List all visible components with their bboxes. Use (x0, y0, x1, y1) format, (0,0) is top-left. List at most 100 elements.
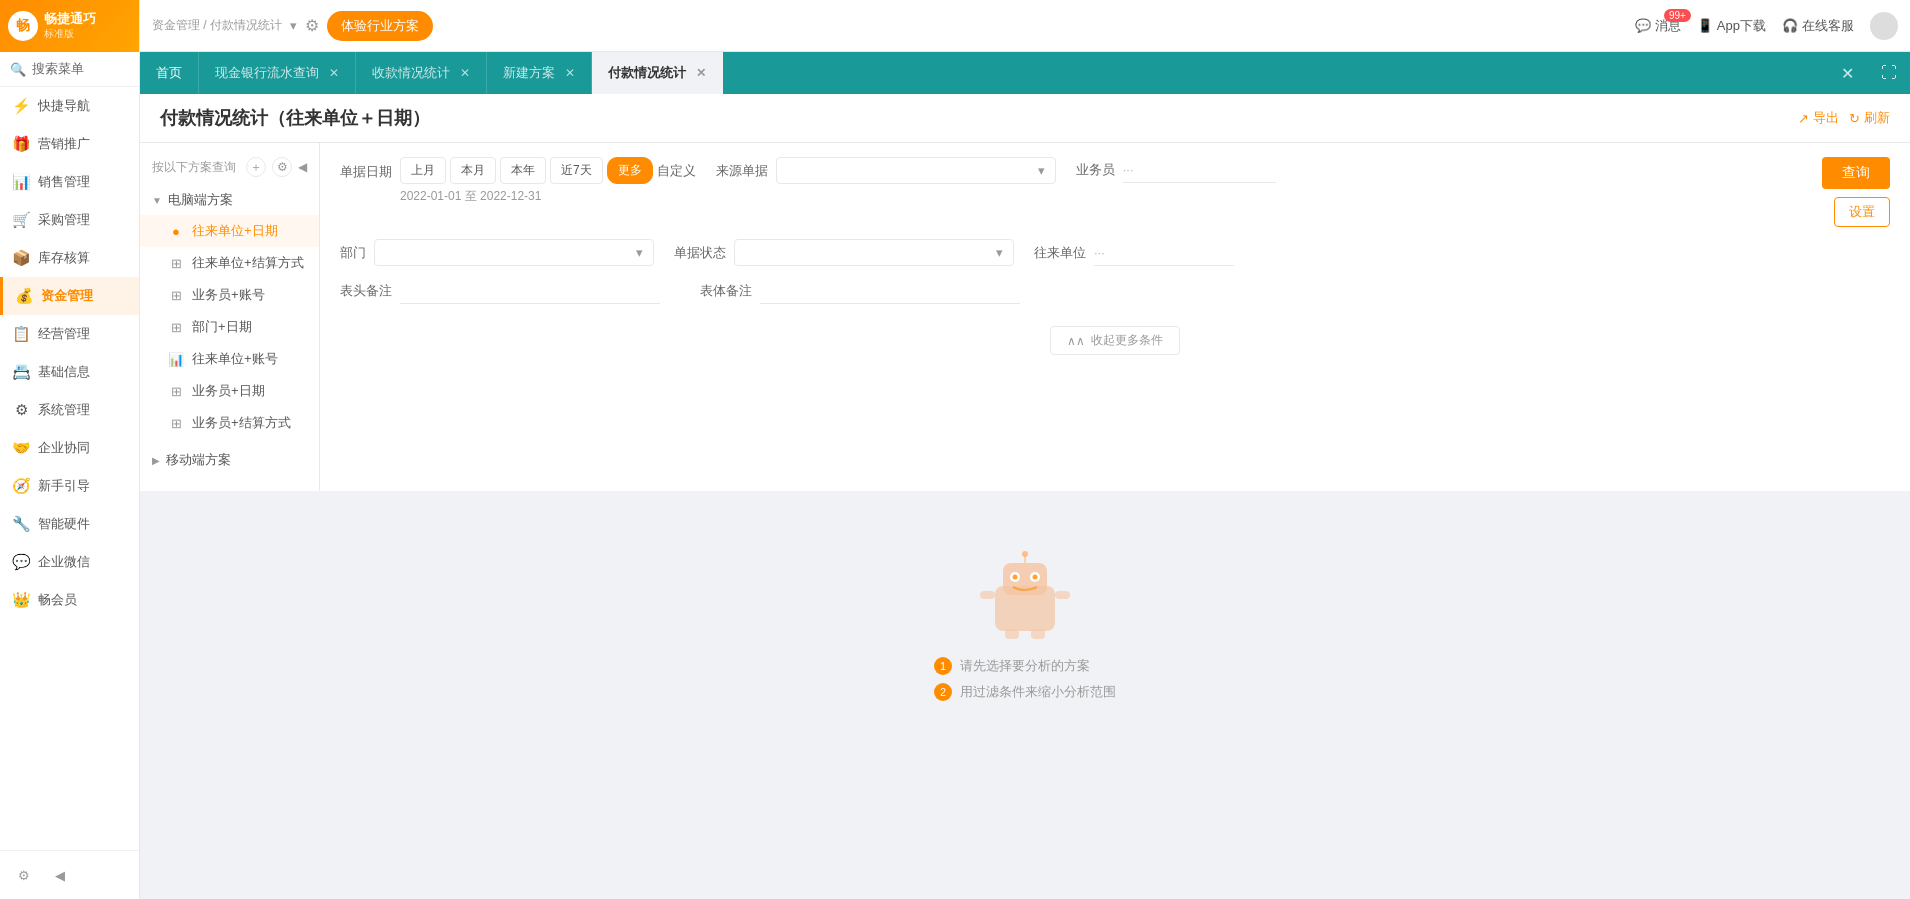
source-voucher-label: 来源单据 (716, 162, 768, 180)
app-download-item[interactable]: 📱 App下载 (1697, 17, 1766, 35)
topbar-left: 资金管理 / 付款情况统计 ▾ ⚙ 体验行业方案 (152, 11, 433, 41)
sidebar-item-basic-info[interactable]: 📇 基础信息 (0, 353, 139, 391)
table-body-note-input[interactable] (760, 278, 1020, 304)
avatar[interactable] (1870, 12, 1898, 40)
voucher-status-arrow-icon: ▾ (996, 245, 1003, 260)
sidebar-item-quick-nav[interactable]: ⚡ 快捷导航 (0, 87, 139, 125)
salesperson-input[interactable]: ··· (1123, 157, 1276, 183)
online-service-item[interactable]: 🎧 在线客服 (1782, 17, 1854, 35)
empty-state-inner: 1 请先选择要分析的方案 2 用过滤条件来缩小分析范围 (934, 551, 1116, 709)
breadcrumb-dropdown-icon[interactable]: ▾ (290, 18, 297, 33)
refresh-button[interactable]: ↻ 刷新 (1849, 109, 1890, 127)
pc-scheme-group-header[interactable]: ▼ 电脑端方案 (140, 185, 319, 215)
topbar: 资金管理 / 付款情况统计 ▾ ⚙ 体验行业方案 💬 消息 99+ 📱 App下… (140, 0, 1910, 52)
sidebar-item-purchase[interactable]: 🛒 采购管理 (0, 201, 139, 239)
filter-fields: 单据日期 上月 本月 本年 近7天 更多 自定义 20 (320, 143, 1910, 491)
scheme-item-salesperson-date[interactable]: ⊞ 业务员+日期 (140, 375, 319, 407)
setting-button[interactable]: 设置 (1834, 197, 1890, 227)
date-btn-last-7-days[interactable]: 近7天 (550, 157, 603, 184)
tab-home[interactable]: 首页 (140, 52, 199, 94)
scheme-settings-btn[interactable]: ⚙ (272, 157, 292, 177)
scheme-item-salesperson-account[interactable]: ⊞ 业务员+账号 (140, 279, 319, 311)
query-button[interactable]: 查询 (1822, 157, 1890, 189)
tab-close-all-btn[interactable]: ✕ (1826, 52, 1868, 94)
sidebar-collapse-btn[interactable]: ◀ (46, 861, 74, 889)
basic-info-icon: 📇 (12, 363, 30, 381)
messages-item[interactable]: 💬 消息 99+ (1635, 17, 1681, 35)
sidebar-item-member[interactable]: 👑 畅会员 (0, 581, 139, 619)
sidebar-item-guide[interactable]: 🧭 新手引导 (0, 467, 139, 505)
source-voucher-select[interactable]: ▾ (776, 157, 1056, 184)
voucher-status-select[interactable]: ▾ (734, 239, 1014, 266)
scheme-item-counterpart-settlement[interactable]: ⊞ 往来单位+结算方式 (140, 247, 319, 279)
sidebar-label-inventory: 库存核算 (38, 249, 90, 267)
scheme-panel-header: 按以下方案查询 ＋ ⚙ ◀ (140, 153, 319, 185)
wechat-icon: 💬 (12, 553, 30, 571)
sidebar-item-wechat[interactable]: 💬 企业微信 (0, 543, 139, 581)
sidebar-search[interactable]: 🔍 搜索菜单 (0, 52, 139, 87)
bank-flow-tab-close[interactable]: ✕ (329, 66, 339, 80)
dept-select[interactable]: ▾ (374, 239, 654, 266)
refresh-icon: ↻ (1849, 111, 1860, 126)
operations-icon: 📋 (12, 325, 30, 343)
sidebar-label-wechat: 企业微信 (38, 553, 90, 571)
sidebar-label-purchase: 采购管理 (38, 211, 90, 229)
sidebar-item-hardware[interactable]: 🔧 智能硬件 (0, 505, 139, 543)
sidebar-item-operations[interactable]: 📋 经营管理 (0, 315, 139, 353)
breadcrumb: 资金管理 / 付款情况统计 (152, 17, 282, 34)
tab-payment-stats[interactable]: 付款情况统计 ✕ (592, 52, 723, 94)
date-btn-this-month[interactable]: 本月 (450, 157, 496, 184)
hardware-icon: 🔧 (12, 515, 30, 533)
dept-group: 部门 ▾ (340, 239, 654, 266)
sidebar-label-hardware: 智能硬件 (38, 515, 90, 533)
voucher-status-label: 单据状态 (674, 244, 726, 262)
date-btn-last-month[interactable]: 上月 (400, 157, 446, 184)
new-scheme-tab-label: 新建方案 (503, 64, 555, 82)
phone-icon: 📱 (1697, 18, 1713, 33)
table-header-note-input[interactable] (400, 278, 660, 304)
topbar-settings-icon[interactable]: ⚙ (305, 16, 319, 35)
counterpart-settlement-icon: ⊞ (168, 256, 184, 271)
tab-bank-flow[interactable]: 现金银行流水查询 ✕ (199, 52, 356, 94)
sidebar-item-system[interactable]: ⚙ 系统管理 (0, 391, 139, 429)
sidebar-item-inventory[interactable]: 📦 库存核算 (0, 239, 139, 277)
tab-new-scheme[interactable]: 新建方案 ✕ (487, 52, 592, 94)
scheme-item-label-salesperson-date: 业务员+日期 (192, 382, 265, 400)
scheme-item-counterpart-account[interactable]: 📊 往来单位+账号 (140, 343, 319, 375)
trial-industry-button[interactable]: 体验行业方案 (327, 11, 433, 41)
date-buttons-row: 上月 本月 本年 近7天 更多 自定义 (400, 157, 696, 184)
scheme-item-dept-date[interactable]: ⊞ 部门+日期 (140, 311, 319, 343)
collapse-more-button[interactable]: ∧∧ 收起更多条件 (1050, 326, 1180, 355)
date-btn-more[interactable]: 更多 (607, 157, 653, 184)
mobile-group-label: 移动端方案 (166, 451, 231, 469)
scheme-item-counterpart-date[interactable]: ● 往来单位+日期 (140, 215, 319, 247)
payment-stats-tab-close[interactable]: ✕ (696, 66, 706, 80)
purchase-icon: 🛒 (12, 211, 30, 229)
quick-nav-icon: ⚡ (12, 97, 30, 115)
sidebar-item-marketing[interactable]: 🎁 营销推广 (0, 125, 139, 163)
sidebar-settings-btn[interactable]: ⚙ (10, 861, 38, 889)
scheme-add-btn[interactable]: ＋ (246, 157, 266, 177)
member-icon: 👑 (12, 591, 30, 609)
filter-row-2: 部门 ▾ 单据状态 ▾ (340, 239, 1890, 266)
empty-state-illustration (975, 551, 1075, 641)
new-scheme-tab-close[interactable]: ✕ (565, 66, 575, 80)
export-label: 导出 (1813, 109, 1839, 127)
scheme-collapse-icon[interactable]: ◀ (298, 160, 307, 174)
scheme-item-salesperson-settlement[interactable]: ⊞ 业务员+结算方式 (140, 407, 319, 439)
payment-stats-tab-label: 付款情况统计 (608, 64, 686, 82)
counterpart-input[interactable]: ··· (1094, 240, 1234, 266)
tab-receipt-stats[interactable]: 收款情况统计 ✕ (356, 52, 487, 94)
scheme-item-label-counterpart-settlement: 往来单位+结算方式 (192, 254, 304, 272)
date-btn-this-year[interactable]: 本年 (500, 157, 546, 184)
tab-maximize-btn[interactable]: ⛶ (1868, 52, 1910, 94)
tip-num-1: 1 (934, 657, 952, 675)
sidebar-item-finance[interactable]: 💰 资金管理 (0, 277, 139, 315)
sidebar-item-collab[interactable]: 🤝 企业协同 (0, 429, 139, 467)
robot-svg (975, 551, 1075, 641)
sidebar-item-sales[interactable]: 📊 销售管理 (0, 163, 139, 201)
mobile-scheme-group-header[interactable]: ▶ 移动端方案 (140, 445, 319, 475)
receipt-stats-tab-close[interactable]: ✕ (460, 66, 470, 80)
export-button[interactable]: ↗ 导出 (1798, 109, 1839, 127)
date-custom-label[interactable]: 自定义 (657, 162, 696, 180)
